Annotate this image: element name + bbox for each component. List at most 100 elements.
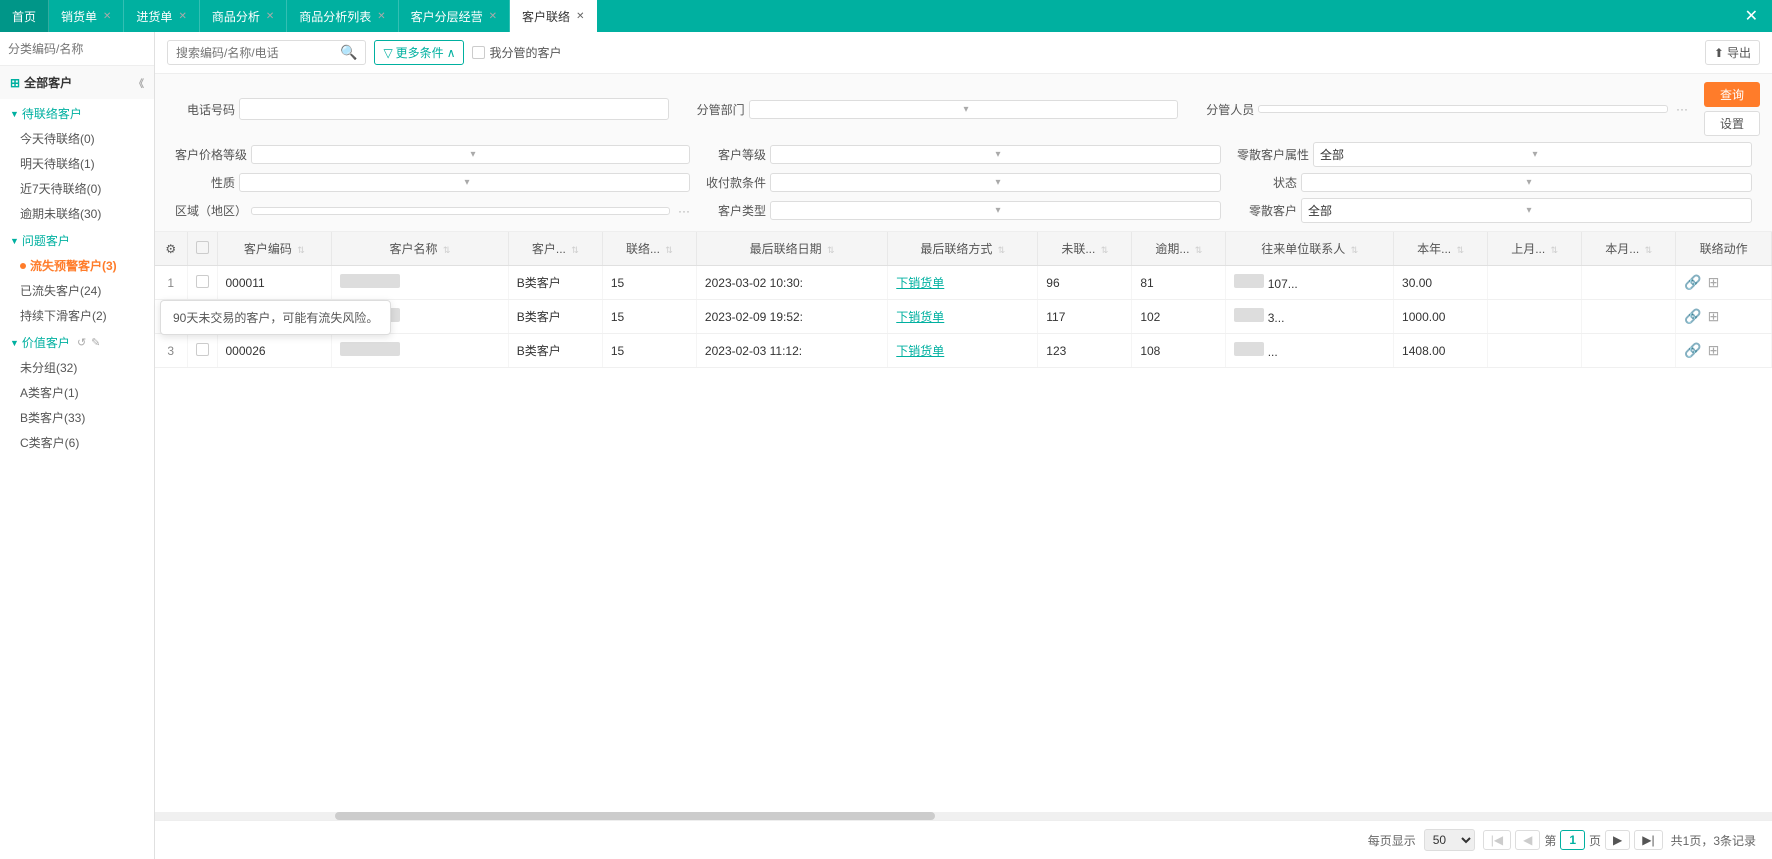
tab-home[interactable]: 首页 [0, 0, 49, 32]
th-checkbox[interactable] [187, 232, 217, 266]
action-link-icon-1[interactable]: 🔗 [1684, 308, 1701, 325]
select-all-checkbox[interactable] [196, 241, 209, 254]
main-search-box[interactable]: 🔍 [167, 40, 366, 65]
action-grid-icon-0[interactable]: ⊞ [1708, 274, 1720, 291]
sidebar-item-today[interactable]: 今天待联络(0) [0, 126, 154, 151]
tab-product-analysis-list[interactable]: 商品分析列表 ✕ [287, 0, 398, 32]
th-overdue[interactable]: 逾期... ⇅ [1132, 232, 1226, 266]
cell-last-method[interactable]: 下销货单 [888, 266, 1038, 300]
cell-action[interactable]: 🔗 ⊞ [1676, 334, 1772, 368]
sidebar-item-week[interactable]: 近7天待联络(0) [0, 176, 154, 201]
phone-input[interactable] [239, 98, 669, 120]
sidebar-search-box[interactable]: 🔍 [0, 32, 154, 66]
last-method-link-0[interactable]: 下销货单 [896, 276, 944, 290]
cell-last-method[interactable]: 下销货单 [888, 334, 1038, 368]
sidebar-group-pending[interactable]: ▼ 待联络客户 [0, 99, 154, 126]
tab-product-analysis-close[interactable]: ✕ [266, 11, 274, 22]
prev-page-button[interactable]: ◀ [1515, 830, 1540, 850]
th-gear[interactable]: ⚙ [155, 232, 187, 266]
th-last-month[interactable]: 上月... ⇅ [1488, 232, 1582, 266]
value-group-refresh-icon[interactable]: ↺ [77, 336, 86, 349]
last-page-button[interactable]: ▶| [1634, 830, 1662, 850]
customer-level-select[interactable]: ▾ [770, 145, 1221, 164]
sidebar-group-value[interactable]: ▼ 价值客户 ↺ ✎ [0, 328, 154, 355]
cell-checkbox[interactable] [187, 266, 217, 300]
query-button[interactable]: 查询 [1704, 82, 1760, 107]
sidebar-search-input[interactable] [8, 42, 155, 56]
region-dots-icon[interactable]: ··· [678, 204, 690, 218]
action-grid-icon-1[interactable]: ⊞ [1708, 308, 1720, 325]
tab-product-analysis-list-close[interactable]: ✕ [377, 11, 385, 22]
action-link-icon-2[interactable]: 🔗 [1684, 342, 1701, 359]
th-type[interactable]: 客户... ⇅ [508, 232, 602, 266]
th-last-date[interactable]: 最后联络日期 ⇅ [696, 232, 887, 266]
tab-customer-contact-close[interactable]: ✕ [576, 11, 584, 22]
th-contact[interactable]: 联络... ⇅ [602, 232, 696, 266]
cell-checkbox[interactable] [187, 334, 217, 368]
th-name[interactable]: 客户名称 ⇅ [332, 232, 509, 266]
main-search-icon[interactable]: 🔍 [340, 44, 357, 61]
tab-sales-close[interactable]: ✕ [103, 11, 111, 22]
horizontal-scrollbar[interactable] [155, 812, 1772, 820]
sidebar-item-declining[interactable]: 持续下滑客户(2) [0, 303, 154, 328]
cell-action[interactable]: 🔗 ⊞ [1676, 300, 1772, 334]
action-link-icon-0[interactable]: 🔗 [1684, 274, 1701, 291]
tab-product-analysis[interactable]: 商品分析 ✕ [200, 0, 287, 32]
person-dots-icon[interactable]: ··· [1676, 102, 1688, 116]
settings-button[interactable]: 设置 [1704, 111, 1760, 136]
th-contact-person[interactable]: 往来单位联系人 ⇅ [1226, 232, 1394, 266]
my-customer-checkbox-area[interactable]: 我分管的客户 [472, 44, 561, 61]
tab-customer-layer[interactable]: 客户分层经营 ✕ [399, 0, 510, 32]
dept-select[interactable]: ▾ [749, 100, 1179, 119]
sidebar-item-a-class[interactable]: A类客户(1) [0, 380, 154, 405]
payment-select[interactable]: ▾ [770, 173, 1221, 192]
row-checkbox-0[interactable] [196, 275, 209, 288]
main-search-input[interactable] [176, 46, 336, 60]
th-this-year[interactable]: 本年... ⇅ [1394, 232, 1488, 266]
my-customer-checkbox[interactable] [472, 46, 485, 59]
tab-customer-contact[interactable]: 客户联络 ✕ [510, 0, 597, 32]
sidebar-item-unclassified[interactable]: 未分组(32) [0, 355, 154, 380]
sidebar-item-tomorrow[interactable]: 明天待联络(1) [0, 151, 154, 176]
next-page-button[interactable]: ▶ [1605, 830, 1630, 850]
customer-type-label: 客户类型 [706, 202, 766, 219]
app-close-button[interactable]: ✕ [1739, 6, 1764, 26]
zero-attr-select[interactable]: 全部 ▾ [1313, 142, 1752, 167]
sidebar-item-churn-warning[interactable]: 流失预警客户(3) [0, 253, 154, 278]
status-select[interactable]: ▾ [1301, 173, 1752, 192]
export-button[interactable]: ⬆ 导出 [1705, 40, 1760, 65]
last-method-link-1[interactable]: 下销货单 [896, 310, 944, 324]
sidebar-item-churned[interactable]: 已流失客户(24) [0, 278, 154, 303]
action-grid-icon-2[interactable]: ⊞ [1708, 342, 1720, 359]
th-last-method[interactable]: 最后联络方式 ⇅ [888, 232, 1038, 266]
last-method-link-2[interactable]: 下销货单 [896, 344, 944, 358]
row-checkbox-2[interactable] [196, 343, 209, 356]
nature-select[interactable]: ▾ [239, 173, 690, 192]
person-select[interactable] [1258, 105, 1668, 113]
tab-sales[interactable]: 销货单 ✕ [49, 0, 124, 32]
th-this-month[interactable]: 本月... ⇅ [1582, 232, 1676, 266]
customer-type-select[interactable]: ▾ [770, 201, 1221, 220]
first-page-button[interactable]: |◀ [1483, 830, 1511, 850]
sidebar-group-problem[interactable]: ▼ 问题客户 [0, 226, 154, 253]
sidebar-item-overdue[interactable]: 逾期未联络(30) [0, 201, 154, 226]
th-code[interactable]: 客户编码 ⇅ [217, 232, 332, 266]
sidebar-item-c-class[interactable]: C类客户(6) [0, 430, 154, 455]
cell-code: 000011 [217, 266, 332, 300]
sidebar-item-b-class[interactable]: B类客户(33) [0, 405, 154, 430]
problem-group-label: 问题客户 [22, 232, 70, 249]
region-select[interactable] [251, 207, 670, 215]
value-group-edit-icon[interactable]: ✎ [91, 336, 100, 349]
tab-purchase-close[interactable]: ✕ [178, 11, 186, 22]
cell-action[interactable]: 🔗 ⊞ [1676, 266, 1772, 300]
tab-purchase[interactable]: 进货单 ✕ [124, 0, 199, 32]
th-no-contact[interactable]: 未联... ⇅ [1038, 232, 1132, 266]
zero-customer-select[interactable]: 全部 ▾ [1301, 198, 1752, 223]
price-level-select[interactable]: ▾ [251, 145, 690, 164]
sidebar-all-customers[interactable]: ⊞ 全部客户 《 [0, 66, 154, 99]
filter-more-button[interactable]: ▽ 更多条件 ∧ [374, 40, 464, 65]
tab-customer-layer-close[interactable]: ✕ [489, 11, 497, 22]
scrollbar-thumb[interactable] [335, 812, 935, 820]
cell-last-method[interactable]: 下销货单 [888, 300, 1038, 334]
per-page-select[interactable]: 50 100 200 [1424, 829, 1475, 851]
